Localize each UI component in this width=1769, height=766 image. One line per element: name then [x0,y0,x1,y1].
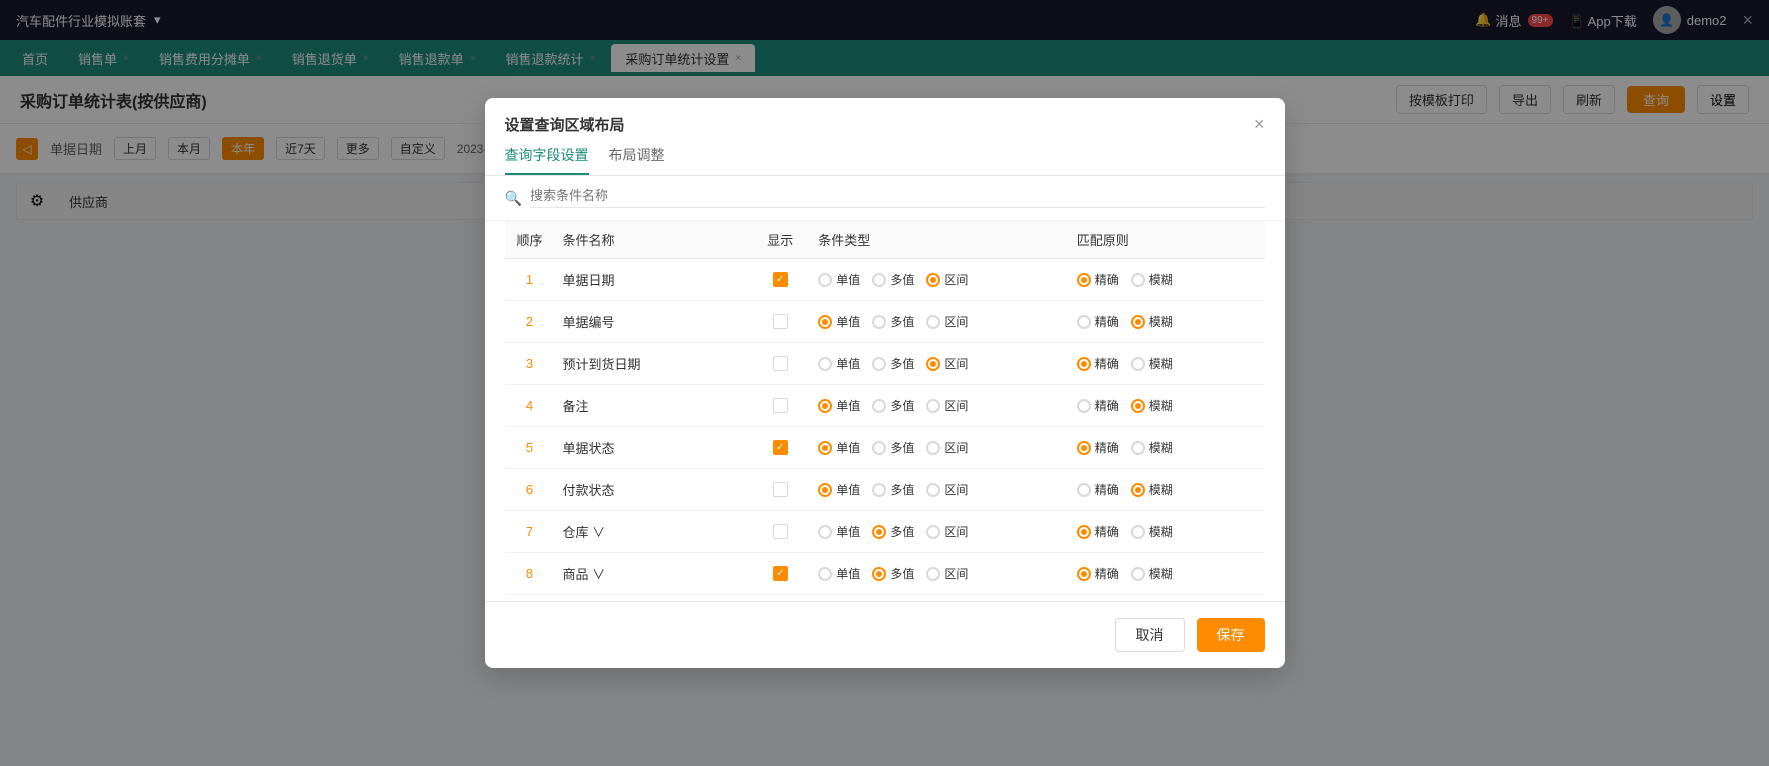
match-radio-模糊[interactable] [1131,483,1145,497]
match-radio-精确[interactable] [1077,399,1091,413]
match-radio-模糊[interactable] [1131,399,1145,413]
table-row: 8商品 ∨单值多值区间精确模糊 [505,553,1265,595]
type-radio-区间[interactable] [926,315,940,329]
show-checkbox[interactable] [773,440,788,455]
table-row: 6付款状态单值多值区间精确模糊 [505,469,1265,511]
dialog-rows-container: 1单据日期单值多值区间精确模糊2单据编号单值多值区间精确模糊3预计到货日期单值多… [505,259,1265,601]
dialog-tab-layout[interactable]: 布局调整 [609,145,665,175]
dialog-table: 顺序 条件名称 显示 条件类型 匹配原则 1单据日期单值多值区间精确模糊2单据编… [485,221,1285,601]
type-radio-多值[interactable] [872,273,886,287]
match-radio-精确[interactable] [1077,567,1091,581]
table-row: 4备注单值多值区间精确模糊 [505,385,1265,427]
show-checkbox[interactable] [773,398,788,413]
type-radio-多值[interactable] [872,567,886,581]
show-checkbox[interactable] [773,272,788,287]
dialog-close-button[interactable]: × [1254,114,1265,135]
show-checkbox[interactable] [773,482,788,497]
col-type-header: 条件类型 [810,230,1068,249]
dialog-tab-query[interactable]: 查询字段设置 [505,145,589,175]
table-row: 7仓库 ∨单值多值区间精确模糊 [505,511,1265,553]
match-radio-模糊[interactable] [1131,567,1145,581]
show-checkbox[interactable] [773,566,788,581]
type-radio-区间[interactable] [926,567,940,581]
dialog-tabs: 查询字段设置 布局调整 [485,135,1285,176]
type-radio-单值[interactable] [818,399,832,413]
match-radio-模糊[interactable] [1131,273,1145,287]
match-radio-模糊[interactable] [1131,357,1145,371]
table-row: 2单据编号单值多值区间精确模糊 [505,301,1265,343]
match-radio-精确[interactable] [1077,273,1091,287]
type-radio-单值[interactable] [818,567,832,581]
type-radio-区间[interactable] [926,357,940,371]
type-radio-区间[interactable] [926,525,940,539]
modal-overlay: 设置查询区域布局 × 查询字段设置 布局调整 🔍 顺序 条件名称 显示 条件类型… [0,0,1769,766]
dialog: 设置查询区域布局 × 查询字段设置 布局调整 🔍 顺序 条件名称 显示 条件类型… [485,98,1285,668]
match-radio-模糊[interactable] [1131,315,1145,329]
type-radio-区间[interactable] [926,483,940,497]
type-radio-单值[interactable] [818,441,832,455]
search-input[interactable] [530,188,1265,208]
type-radio-区间[interactable] [926,273,940,287]
match-radio-模糊[interactable] [1131,525,1145,539]
type-radio-多值[interactable] [872,315,886,329]
col-order-header: 顺序 [505,230,555,249]
type-radio-多值[interactable] [872,441,886,455]
show-checkbox[interactable] [773,524,788,539]
dialog-table-header: 顺序 条件名称 显示 条件类型 匹配原则 [505,221,1265,259]
search-icon: 🔍 [505,190,522,207]
dialog-footer: 取消 保存 [485,601,1285,668]
type-radio-多值[interactable] [872,357,886,371]
type-radio-单值[interactable] [818,315,832,329]
match-radio-精确[interactable] [1077,525,1091,539]
type-radio-多值[interactable] [872,525,886,539]
type-radio-单值[interactable] [818,273,832,287]
type-radio-多值[interactable] [872,483,886,497]
table-row: 3预计到货日期单值多值区间精确模糊 [505,343,1265,385]
search-area: 🔍 [485,176,1285,221]
save-button[interactable]: 保存 [1197,618,1265,652]
col-show-header: 显示 [750,230,810,249]
show-checkbox[interactable] [773,356,788,371]
type-radio-多值[interactable] [872,399,886,413]
show-checkbox[interactable] [773,314,788,329]
type-radio-单值[interactable] [818,357,832,371]
match-radio-精确[interactable] [1077,441,1091,455]
match-radio-精确[interactable] [1077,483,1091,497]
table-row: 1单据日期单值多值区间精确模糊 [505,259,1265,301]
type-radio-区间[interactable] [926,399,940,413]
type-radio-单值[interactable] [818,483,832,497]
col-match-header: 匹配原则 [1069,230,1265,249]
dialog-title: 设置查询区域布局 [505,114,625,135]
dialog-header: 设置查询区域布局 × [485,98,1285,135]
col-name-header: 条件名称 [555,230,751,249]
match-radio-模糊[interactable] [1131,441,1145,455]
match-radio-精确[interactable] [1077,357,1091,371]
match-radio-精确[interactable] [1077,315,1091,329]
type-radio-单值[interactable] [818,525,832,539]
cancel-button[interactable]: 取消 [1115,618,1185,652]
type-radio-区间[interactable] [926,441,940,455]
table-row: 5单据状态单值多值区间精确模糊 [505,427,1265,469]
